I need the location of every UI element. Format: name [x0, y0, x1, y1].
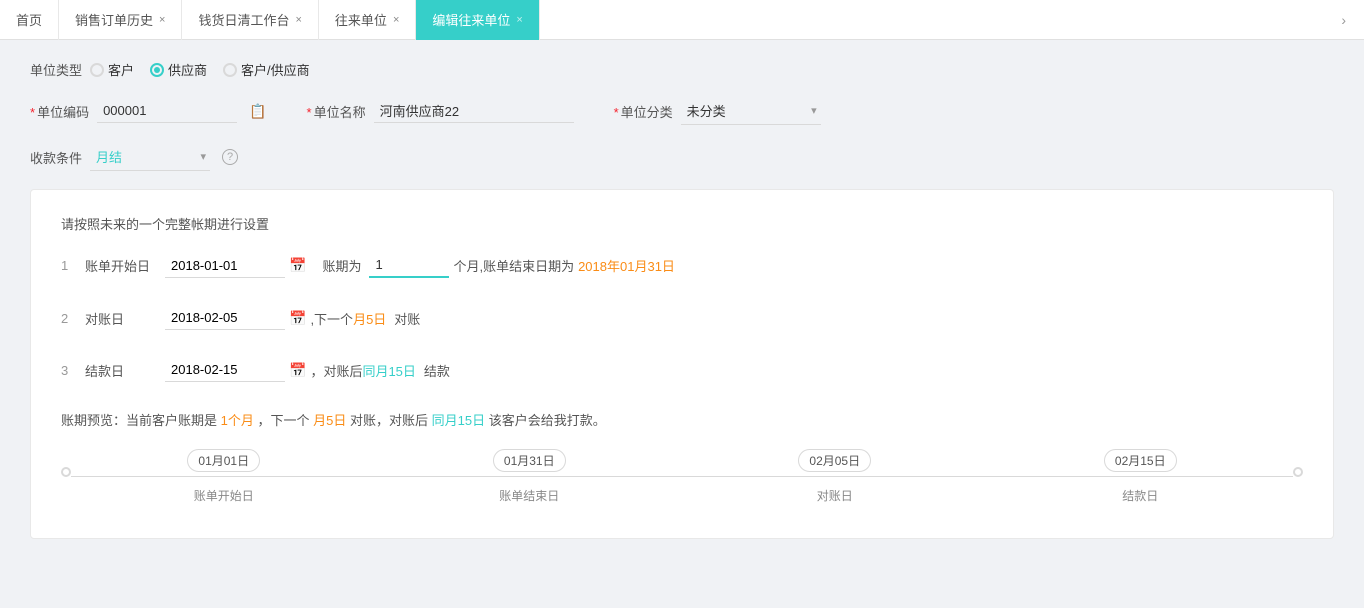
tab-partner-unit[interactable]: 往来单位 × [319, 0, 416, 40]
payment-suffix-post: 结款 [424, 361, 450, 380]
reconcile-date-input[interactable] [165, 306, 285, 330]
unit-category-select[interactable]: 未分类 ▾ [681, 97, 821, 125]
radio-supplier-label: 供应商 [168, 60, 207, 79]
help-icon[interactable]: ? [222, 149, 238, 165]
payment-date-calendar-icon[interactable]: 📅 [289, 362, 306, 379]
tab-sales-history[interactable]: 销售订单历史 × [59, 0, 182, 40]
period-prefix: 账期为 [322, 256, 361, 275]
row-label-3: 结款日 [85, 361, 165, 380]
payment-item: 收款条件 月结 ▾ ? [30, 143, 238, 171]
tl-badge-1: 01月01日 [187, 449, 260, 472]
row-label-2: 对账日 [85, 309, 165, 328]
preview-text: 账期预览：当前客户账期是 1个月 ，下一个 月5日 对账，对账后 同月15日 该… [61, 410, 1303, 429]
tl-end-dot-wrap [1293, 467, 1303, 477]
settings-card: 请按照未来的一个完整帐期进行设置 1 账单开始日 📅 账期为 个月,账单结束日期… [30, 189, 1334, 539]
unit-category-value: 未分类 [687, 101, 807, 120]
radio-supplier[interactable]: 供应商 [150, 60, 207, 79]
period-end-date: 2018年01月31日 [578, 256, 675, 275]
radio-both[interactable]: 客户/供应商 [223, 60, 310, 79]
reconcile-suffix-post: 对账 [394, 309, 420, 328]
tab-close-cash-ledger[interactable]: × [295, 14, 301, 26]
unit-code-label: *单位编码 [30, 102, 89, 121]
tl-label-1: 账单开始日 [194, 487, 254, 504]
unit-name-input[interactable] [374, 99, 574, 123]
tl-node-4-wrap: 02月15日 结款日 [988, 449, 1294, 504]
payment-chevron-icon: ▾ [200, 150, 206, 163]
tab-close-sales-history[interactable]: × [159, 14, 165, 26]
row-num-3: 3 [61, 363, 85, 378]
tl-badge-2: 01月31日 [493, 449, 566, 472]
tab-more-arrow[interactable]: › [1331, 12, 1356, 28]
tl-node-1-wrap: 01月01日 账单开始日 [71, 449, 377, 504]
payment-row: 收款条件 月结 ▾ ? [30, 143, 1334, 171]
unit-name-label: *单位名称 [307, 102, 366, 121]
tab-cash-ledger[interactable]: 钱货日清工作台 × [182, 0, 318, 40]
tl-badge-3: 02月05日 [798, 449, 871, 472]
tl-label-2: 账单结束日 [499, 487, 559, 504]
card-title: 请按照未来的一个完整帐期进行设置 [61, 214, 1303, 233]
date-row-2: 2 对账日 📅 ,下一个 月5日 对账 [61, 306, 1303, 330]
tl-label-4: 结款日 [1122, 487, 1158, 504]
row-num-2: 2 [61, 311, 85, 326]
tl-node-3-wrap: 02月05日 对账日 [682, 449, 988, 504]
tl-badge-4: 02月15日 [1104, 449, 1177, 472]
tl-end-dot [1293, 467, 1303, 477]
tab-close-partner-unit[interactable]: × [393, 14, 399, 26]
payment-value: 月结 [96, 147, 196, 166]
radio-both-circle [223, 63, 237, 77]
payment-date-input[interactable] [165, 358, 285, 382]
period-suffix: 个月,账单结束日期为 [453, 256, 574, 275]
tab-close-edit-partner[interactable]: × [516, 14, 522, 26]
unit-type-label: 单位类型 [30, 60, 82, 79]
timeline-container: 01月01日 账单开始日 01月31日 账单结束日 02月05日 对账日 02月… [61, 449, 1303, 514]
tl-start-dot-wrap [61, 467, 71, 477]
unit-type-radio-group: 客户 供应商 客户/供应商 [90, 60, 310, 79]
date-row-3: 3 结款日 📅 ，对账后 同月15日 结款 [61, 358, 1303, 382]
main-content: 单位类型 客户 供应商 客户/供应商 *单位编码 [0, 40, 1364, 608]
category-chevron-icon: ▾ [811, 104, 817, 117]
code-name-cat-row: *单位编码 📋 *单位名称 *单位分类 未分类 ▾ [30, 97, 1334, 125]
reconcile-date-calendar-icon[interactable]: 📅 [289, 310, 306, 327]
copy-icon[interactable]: 📋 [249, 103, 266, 120]
unit-type-item: 单位类型 客户 供应商 客户/供应商 [30, 60, 310, 79]
tl-start-dot [61, 467, 71, 477]
payment-suffix-pre: ，对账后 [310, 361, 362, 380]
start-date-input[interactable] [165, 254, 285, 278]
tl-node-2-wrap: 01月31日 账单结束日 [377, 449, 683, 504]
radio-customer-label: 客户 [108, 60, 134, 79]
payment-label: 收款条件 [30, 148, 82, 167]
tl-label-3: 对账日 [817, 487, 853, 504]
tab-edit-partner[interactable]: 编辑往来单位 × [416, 0, 539, 40]
reconcile-suffix-pre: ,下一个 [310, 309, 353, 328]
radio-customer[interactable]: 客户 [90, 60, 134, 79]
row-num-1: 1 [61, 258, 85, 273]
unit-category-item: *单位分类 未分类 ▾ [614, 97, 821, 125]
unit-code-input[interactable] [97, 99, 237, 123]
unit-code-item: *单位编码 📋 [30, 99, 267, 123]
radio-both-label: 客户/供应商 [241, 60, 310, 79]
unit-category-label: *单位分类 [614, 102, 673, 121]
payment-select[interactable]: 月结 ▾ [90, 143, 210, 171]
period-input[interactable] [369, 253, 449, 278]
date-row-1: 1 账单开始日 📅 账期为 个月,账单结束日期为 2018年01月31日 [61, 253, 1303, 278]
payment-highlight: 同月15日 [362, 361, 415, 380]
tab-home[interactable]: 首页 [8, 0, 59, 40]
row-label-1: 账单开始日 [85, 256, 165, 275]
unit-type-row: 单位类型 客户 供应商 客户/供应商 [30, 60, 1334, 79]
start-date-calendar-icon[interactable]: 📅 [289, 257, 306, 274]
tab-bar: 首页 销售订单历史 × 钱货日清工作台 × 往来单位 × 编辑往来单位 × › [0, 0, 1364, 40]
radio-customer-circle [90, 63, 104, 77]
unit-name-item: *单位名称 [307, 99, 574, 123]
radio-supplier-circle [150, 63, 164, 77]
reconcile-highlight: 月5日 [353, 309, 386, 328]
